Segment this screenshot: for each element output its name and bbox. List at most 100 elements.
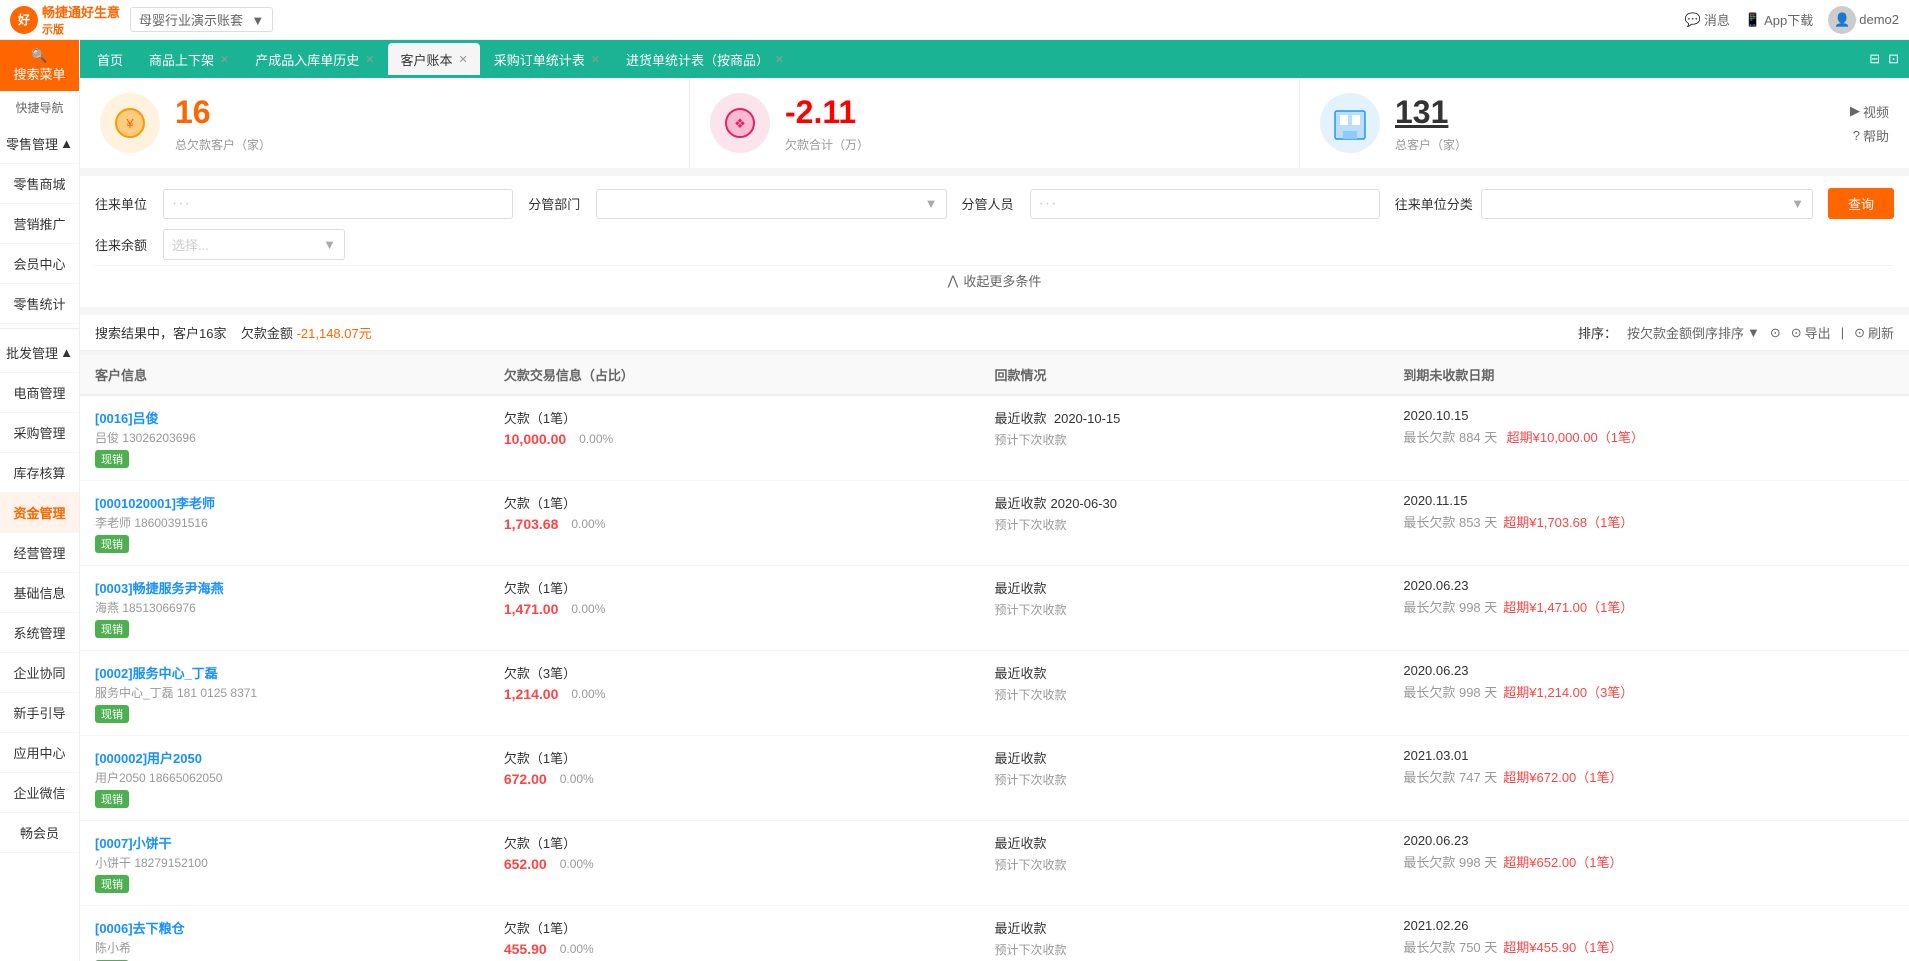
due-cell-2: 2020.06.23 最长欠款 998 天超期¥1,471.00（1笔） [1403,578,1894,616]
sidebar-item-system-mgmt[interactable]: 系统管理 [0,613,79,653]
customer-cell-3: [0002]服务中心_丁磊 服务中心_丁磊 181 0125 8371 现销 [95,663,504,723]
tab-close-2[interactable]: ✕ [365,53,374,66]
customer-name-4[interactable]: [000002]用户2050 [95,748,504,767]
table-row: [000002]用户2050 用户2050 18665062050 现销 欠款（… [80,736,1909,821]
sidebar-item-retail-mgmt[interactable]: 零售管理 ▲ [0,124,79,164]
sidebar-item-enterprise-collab[interactable]: 企业协同 [0,653,79,693]
tab-purchase-stats[interactable]: 采购订单统计表 ✕ [482,43,612,75]
due-cell-0: 2020.10.15 最长欠款 884 天 超期¥10,000.00（1笔） [1403,408,1894,446]
user-profile[interactable]: 👤 demo2 [1828,6,1899,34]
card-number-3: 131 [1395,93,1467,131]
sidebar-item-wholesale-mgmt[interactable]: 批发管理 ▲ [0,333,79,373]
tab-close-4[interactable]: ✕ [591,53,600,66]
source-unit-input[interactable]: ··· [163,189,513,219]
filter-dept: 分管部门 ▼ [528,189,946,219]
customer-name-2[interactable]: [0003]畅捷服务尹海燕 [95,578,504,597]
debt-amount-4[interactable]: 672.00 [504,771,547,787]
content-area: ¥ 16 总欠款客户（家） ❖ -2.11 欠款合计（万） [80,78,1909,961]
right-panel: 首页 商品上下架 ✕ 产成品入库单历史 ✕ 客户账本 ✕ 采购订单统计表 ✕ [80,40,1909,961]
search-icon: 🔍 [31,48,47,63]
header-due: 到期未收款日期 [1403,365,1894,384]
sidebar-item-finance[interactable]: 资金管理 [0,493,79,533]
overdue-amount-1[interactable]: 超期¥1,703.68（1笔） [1503,515,1633,530]
table-row: [0001020001]李老师 李老师 18600391516 现销 欠款（1笔… [80,481,1909,566]
debt-amount-2[interactable]: 1,471.00 [504,601,559,617]
results-info: 搜索结果中，客户16家 欠款金额 -21,148.07元 [95,323,372,342]
query-button[interactable]: 查询 [1828,188,1894,219]
logo-text: 畅捷通好生意 示版 [42,2,120,37]
tab-close-3[interactable]: ✕ [459,53,468,66]
dept-select[interactable]: ▼ [596,189,946,219]
customer-cell-2: [0003]畅捷服务尹海燕 海燕 18513066976 现销 [95,578,504,638]
refresh-button[interactable]: ⊙ 刷新 [1854,323,1894,342]
sidebar-item-wechat[interactable]: 企业微信 [0,773,79,813]
sidebar-item-ecommerce[interactable]: 电商管理 [0,373,79,413]
customer-phone-2: 海燕 18513066976 [95,599,504,616]
tab-maximize-icon[interactable]: ⊡ [1888,51,1899,67]
overdue-amount-2[interactable]: 超期¥1,471.00（1笔） [1503,600,1633,615]
customer-name-0[interactable]: [0016]吕俊 [95,408,504,427]
sidebar-item-member[interactable]: 畅会员 [0,813,79,853]
tab-customer-account[interactable]: 客户账本 ✕ [388,43,479,75]
sidebar-item-retail-mall[interactable]: 零售商城 [0,164,79,204]
video-btn[interactable]: ▶ 视频 [1850,102,1889,121]
sidebar-item-basic-info[interactable]: 基础信息 [0,573,79,613]
quick-nav[interactable]: 快捷导航 [0,91,79,124]
debt-amount-row-0: 10,000.00 0.00% [504,431,995,447]
card-content-2: -2.11 欠款合计（万） [785,93,869,152]
sidebar-nav: 零售管理 ▲ 零售商城 营销推广 会员中心 零售统计 批发管理 [0,124,79,853]
debt-row-0: 欠款（1笔） [504,408,995,431]
sidebar-search[interactable]: 🔍 搜索菜单 [0,40,79,91]
overdue-amount-6[interactable]: 超期¥455.90（1笔） [1503,940,1622,955]
balance-select[interactable]: 选择... ▼ [163,229,345,260]
due-cell-6: 2021.02.26 最长欠款 750 天超期¥455.90（1笔） [1403,918,1894,956]
filter-row-1: 往来单位 ··· 分管部门 ▼ [95,188,1894,219]
tab-close-5[interactable]: ✕ [775,53,784,66]
overdue-amount-5[interactable]: 超期¥652.00（1笔） [1503,855,1622,870]
payback-cell-0: 最近收款 2020-10-15 预计下次收款 [995,408,1404,448]
tab-product-shelf[interactable]: 商品上下架 ✕ [137,43,241,75]
app-container: 好 畅捷通好生意 示版 母婴行业演示账套 ▼ 💬 消息 📱 App下载 👤 [0,0,1909,961]
customer-name-3[interactable]: [0002]服务中心_丁磊 [95,663,504,682]
customer-phone-0: 吕俊 13026203696 [95,429,504,446]
debt-amount-6[interactable]: 455.90 [504,941,547,957]
help-btn[interactable]: ? 帮助 [1853,126,1889,145]
tab-stock-history[interactable]: 产成品入库单历史 ✕ [243,43,386,75]
debt-amount-3[interactable]: 1,214.00 [504,686,559,702]
sidebar-item-inventory[interactable]: 库存核算 [0,453,79,493]
overdue-amount-3[interactable]: 超期¥1,214.00（3笔） [1503,685,1633,700]
debt-amount-1[interactable]: 1,703.68 [504,516,559,532]
tab-minimize-icon[interactable]: ⊟ [1869,51,1880,67]
category-select[interactable]: ▼ [1481,189,1813,219]
tab-stock-stats[interactable]: 进货单统计表（按商品） ✕ [614,43,796,75]
customer-name-1[interactable]: [0001020001]李老师 [95,493,504,512]
sort-dropdown[interactable]: 按欠款金额倒序排序 ▼ [1627,323,1760,342]
sidebar-item-marketing[interactable]: 营销推广 [0,204,79,244]
sidebar-item-app-center[interactable]: 应用中心 [0,733,79,773]
sidebar-item-retail-stats[interactable]: 零售统计 [0,284,79,324]
export-button[interactable]: ⊙ 导出 [1791,323,1831,342]
sidebar-item-purchase-mgmt[interactable]: 采购管理 [0,413,79,453]
debt-cell-5: 欠款（1笔） 652.00 0.00% [504,833,995,872]
overdue-amount-0[interactable]: 超期¥10,000.00（1笔） [1507,430,1644,445]
company-selector[interactable]: 母婴行业演示账套 ▼ [130,7,273,32]
debt-amount-5[interactable]: 652.00 [504,856,547,872]
customer-cell-4: [000002]用户2050 用户2050 18665062050 现销 [95,748,504,808]
person-input[interactable]: ··· [1030,189,1380,219]
app-icon: 📱 [1745,12,1761,28]
svg-text:❖: ❖ [734,116,746,131]
collapse-button[interactable]: ⋀ 收起更多条件 [95,265,1894,295]
sidebar-item-member-center[interactable]: 会员中心 [0,244,79,284]
customer-name-5[interactable]: [0007]小饼干 [95,833,504,852]
debt-amount-0[interactable]: 10,000.00 [504,431,566,447]
sidebar-item-beginner[interactable]: 新手引导 [0,693,79,733]
tab-close-1[interactable]: ✕ [220,53,229,66]
customer-name-6[interactable]: [0006]去下粮仓 [95,918,504,937]
app-download-btn[interactable]: 📱 App下载 [1745,10,1813,29]
payback-cell-1: 最近收款2020-06-30 预计下次收款 [995,493,1404,533]
customer-phone-5: 小饼干 18279152100 [95,854,504,871]
sidebar-item-operations[interactable]: 经营管理 [0,533,79,573]
message-btn[interactable]: 💬 消息 [1685,10,1730,29]
tab-home[interactable]: 首页 [85,43,135,75]
overdue-amount-4[interactable]: 超期¥672.00（1笔） [1503,770,1622,785]
